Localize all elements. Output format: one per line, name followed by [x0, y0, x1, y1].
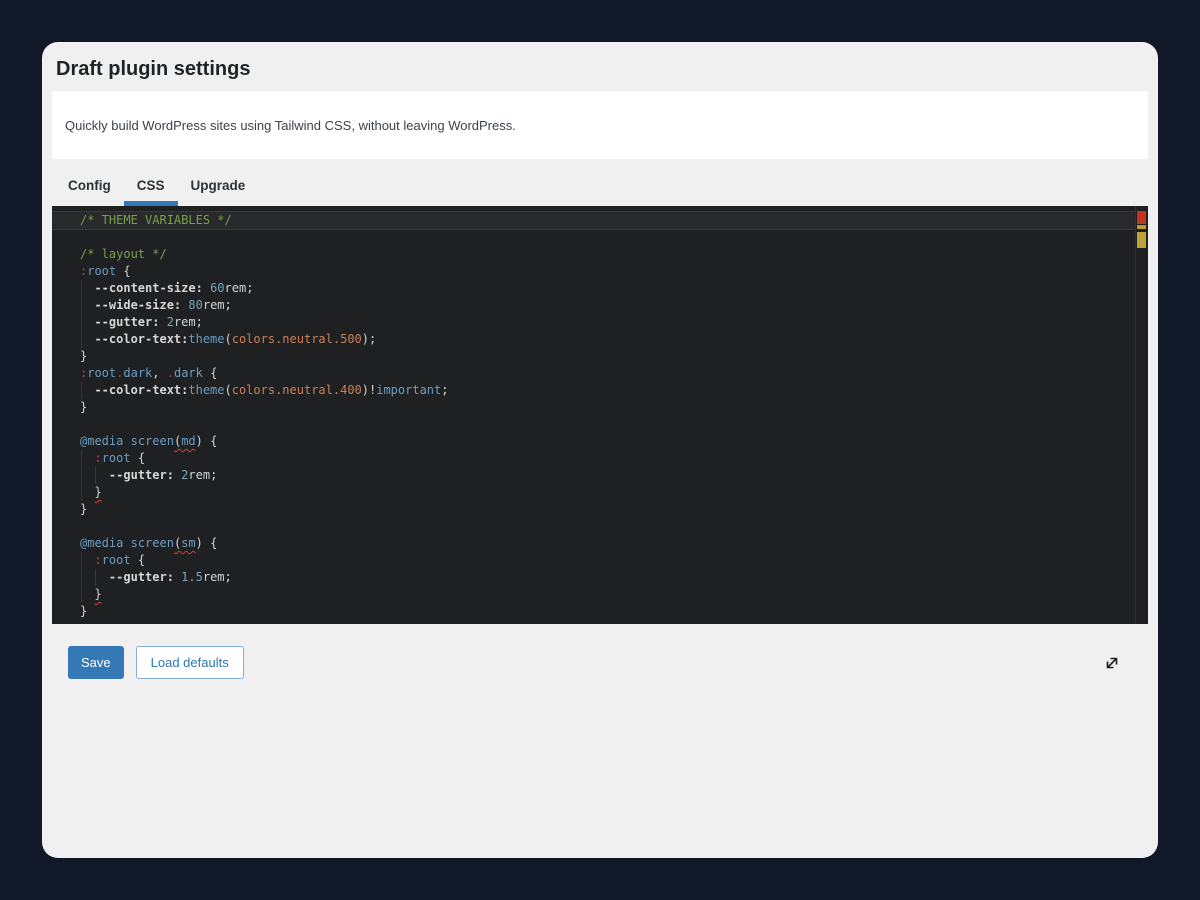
code-line[interactable] — [80, 229, 1134, 246]
indent-guide — [81, 484, 82, 501]
editor-annotation-gutter-divider — [1135, 206, 1136, 624]
editor-code[interactable]: /* THEME VARIABLES *//* layout */:root {… — [80, 212, 1134, 620]
code-line[interactable]: } — [80, 399, 1134, 416]
save-button[interactable]: Save — [68, 646, 124, 679]
css-code-editor[interactable]: /* THEME VARIABLES *//* layout */:root {… — [52, 206, 1148, 624]
indent-guide — [81, 569, 82, 586]
code-line[interactable] — [80, 518, 1134, 535]
indent-guide — [81, 552, 82, 569]
code-line[interactable]: --color-text:theme(colors.neutral.400)!i… — [80, 382, 1134, 399]
load-defaults-button[interactable]: Load defaults — [135, 646, 244, 679]
scrollbar-error-marker[interactable] — [1137, 211, 1146, 224]
page-title: Draft plugin settings — [56, 58, 251, 80]
scrollbar-warning-marker-small[interactable] — [1137, 225, 1146, 229]
code-line[interactable]: :root { — [80, 450, 1134, 467]
indent-guide — [81, 467, 82, 484]
indent-guide — [95, 467, 96, 484]
tab-config-label: Config — [68, 178, 111, 193]
code-line[interactable]: } — [80, 603, 1134, 620]
tab-upgrade[interactable]: Upgrade — [178, 172, 259, 199]
tab-upgrade-label: Upgrade — [190, 178, 246, 193]
code-line[interactable]: --gutter: 1.5rem; — [80, 569, 1134, 586]
indent-guide — [95, 569, 96, 586]
code-line[interactable]: --content-size: 60rem; — [80, 280, 1134, 297]
code-line[interactable]: --color-text:theme(colors.neutral.500); — [80, 331, 1134, 348]
code-line[interactable]: } — [80, 586, 1134, 603]
scrollbar-warning-marker[interactable] — [1137, 232, 1146, 248]
indent-guide — [81, 297, 82, 314]
indent-guide — [81, 450, 82, 467]
code-line[interactable]: :root.dark, .dark { — [80, 365, 1134, 382]
expand-fullscreen-icon[interactable] — [1101, 652, 1123, 674]
settings-panel: Draft plugin settings Quickly build Word… — [42, 42, 1158, 858]
code-line[interactable]: } — [80, 484, 1134, 501]
plugin-description: Quickly build WordPress sites using Tail… — [65, 117, 516, 133]
code-line[interactable]: :root { — [80, 552, 1134, 569]
code-line[interactable]: @media screen(md) { — [80, 433, 1134, 450]
code-line[interactable]: --gutter: 2rem; — [80, 467, 1134, 484]
code-line[interactable]: /* layout */ — [80, 246, 1134, 263]
settings-tabs: Config CSS Upgrade — [55, 159, 1148, 206]
indent-guide — [81, 280, 82, 297]
tab-css-label: CSS — [136, 178, 165, 193]
plugin-description-box: Quickly build WordPress sites using Tail… — [52, 91, 1148, 159]
code-line[interactable]: --wide-size: 80rem; — [80, 297, 1134, 314]
code-line[interactable]: @media screen(sm) { — [80, 535, 1134, 552]
indent-guide — [81, 314, 82, 331]
code-line[interactable]: --gutter: 2rem; — [80, 314, 1134, 331]
code-line[interactable] — [80, 416, 1134, 433]
code-line[interactable]: /* THEME VARIABLES */ — [80, 212, 1134, 229]
tab-config[interactable]: Config — [55, 172, 124, 199]
code-line[interactable]: } — [80, 501, 1134, 518]
code-line[interactable]: } — [80, 348, 1134, 365]
tab-css[interactable]: CSS — [123, 172, 178, 206]
indent-guide — [81, 586, 82, 603]
code-line[interactable]: :root { — [80, 263, 1134, 280]
indent-guide — [81, 331, 82, 348]
actions-row: Save Load defaults — [52, 646, 1148, 679]
indent-guide — [81, 382, 82, 399]
